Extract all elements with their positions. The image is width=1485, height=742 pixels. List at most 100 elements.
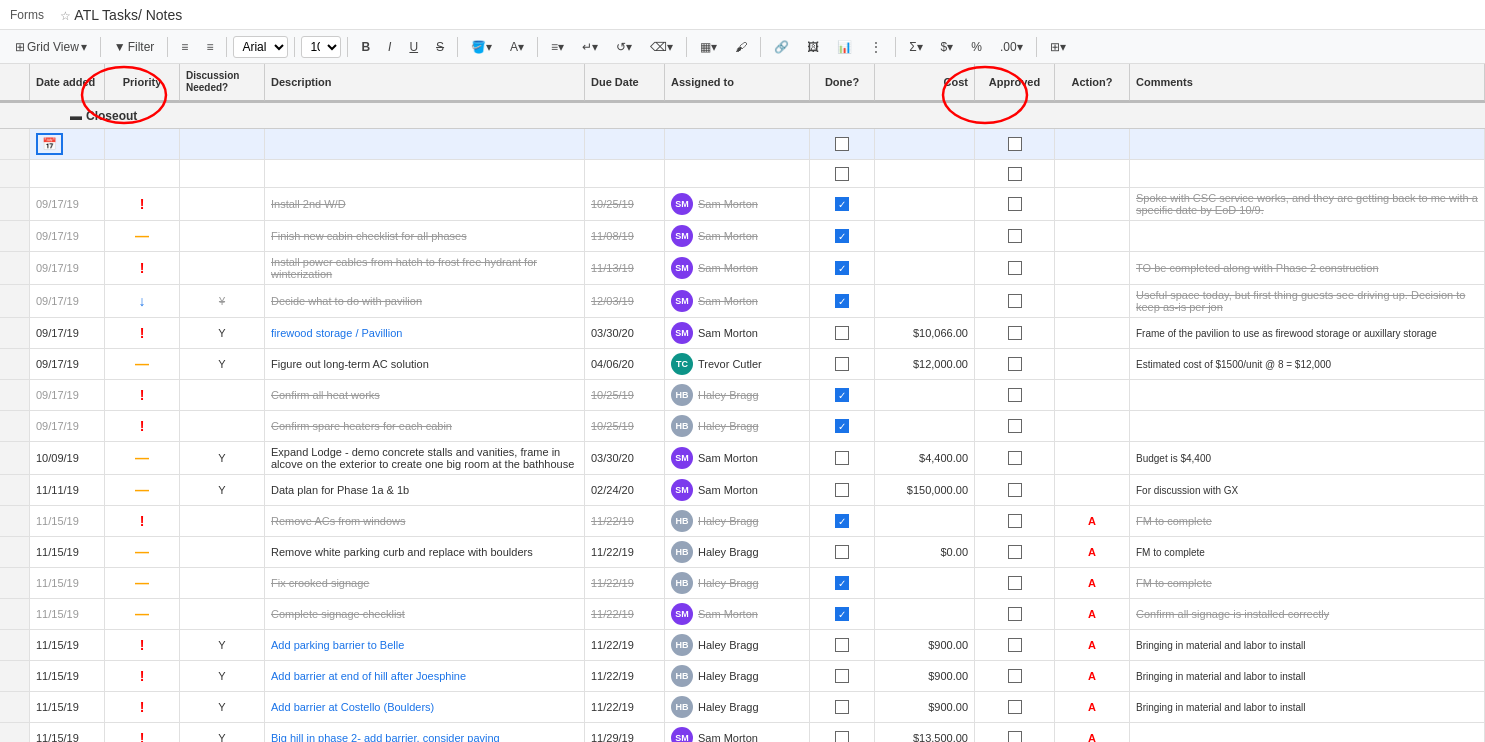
cell-done[interactable]	[810, 380, 875, 410]
cell-date[interactable]: 09/17/19	[30, 380, 105, 410]
cell-discussion[interactable]: Y	[180, 723, 265, 742]
cell-assigned[interactable]	[665, 129, 810, 159]
cell-priority[interactable]: —	[105, 221, 180, 251]
cell-done[interactable]	[810, 723, 875, 742]
approved-checkbox[interactable]	[1008, 137, 1022, 151]
done-checkbox[interactable]	[835, 483, 849, 497]
cell-approved[interactable]	[975, 723, 1055, 742]
cell-discussion[interactable]	[180, 221, 265, 251]
cell-cost[interactable]	[875, 188, 975, 220]
cell-comments[interactable]: FM to complete	[1130, 506, 1485, 536]
approved-checkbox[interactable]	[1008, 197, 1022, 211]
cell-cost[interactable]	[875, 285, 975, 317]
cell-date[interactable]: 11/15/19	[30, 661, 105, 691]
cell-duedate[interactable]: 11/22/19	[585, 568, 665, 598]
cell-done[interactable]	[810, 475, 875, 505]
cell-priority[interactable]: —	[105, 349, 180, 379]
cell-duedate[interactable]: 10/25/19	[585, 188, 665, 220]
cell-priority[interactable]	[105, 129, 180, 159]
cell-cost[interactable]	[875, 252, 975, 284]
done-checkbox[interactable]	[835, 514, 849, 528]
cell-comments[interactable]	[1130, 221, 1485, 251]
bold-button[interactable]: B	[354, 36, 377, 58]
italic-button[interactable]: I	[381, 36, 398, 58]
cell-duedate[interactable]: 10/25/19	[585, 380, 665, 410]
cell-cost[interactable]	[875, 221, 975, 251]
done-checkbox[interactable]	[835, 388, 849, 402]
cell-date[interactable]: 09/17/19	[30, 252, 105, 284]
cell-action[interactable]: A	[1055, 692, 1130, 722]
cell-action[interactable]	[1055, 221, 1130, 251]
cell-discussion[interactable]	[180, 599, 265, 629]
done-checkbox[interactable]	[835, 451, 849, 465]
strikethrough-button[interactable]: S	[429, 36, 451, 58]
link-button[interactable]: 🔗	[767, 36, 796, 58]
approved-checkbox[interactable]	[1008, 167, 1022, 181]
cell-done[interactable]	[810, 349, 875, 379]
cell-comments[interactable]: TO be completed along with Phase 2 const…	[1130, 252, 1485, 284]
cell-priority[interactable]: —	[105, 599, 180, 629]
cell-date[interactable]: 09/17/19	[30, 411, 105, 441]
done-checkbox[interactable]	[835, 167, 849, 181]
cell-date[interactable]: 09/17/19	[30, 188, 105, 220]
cell-approved[interactable]	[975, 318, 1055, 348]
cell-comments[interactable]: Useful space today, but first thing gues…	[1130, 285, 1485, 317]
cell-description[interactable]: Expand Lodge - demo concrete stalls and …	[265, 442, 585, 474]
done-checkbox[interactable]	[835, 731, 849, 742]
approved-checkbox[interactable]	[1008, 294, 1022, 308]
cell-assigned[interactable]: SM Sam Morton	[665, 599, 810, 629]
cell-approved[interactable]	[975, 442, 1055, 474]
cell-description[interactable]: Confirm spare heaters for each cabin	[265, 411, 585, 441]
cell-assigned[interactable]: HB Haley Bragg	[665, 661, 810, 691]
approved-checkbox[interactable]	[1008, 545, 1022, 559]
cell-comments[interactable]: Bringing in material and labor to instal…	[1130, 661, 1485, 691]
cell-description[interactable]: Remove ACs from windows	[265, 506, 585, 536]
cell-cost[interactable]	[875, 568, 975, 598]
done-checkbox[interactable]	[835, 545, 849, 559]
cell-priority[interactable]: —	[105, 475, 180, 505]
cell-comments[interactable]: FM to complete	[1130, 568, 1485, 598]
cell-comments[interactable]: Bringing in material and labor to instal…	[1130, 692, 1485, 722]
cell-cost[interactable]	[875, 380, 975, 410]
cell-priority[interactable]: !	[105, 252, 180, 284]
cell-priority[interactable]	[105, 160, 180, 187]
approved-checkbox[interactable]	[1008, 326, 1022, 340]
cell-description[interactable]: Install 2nd W/D	[265, 188, 585, 220]
cell-assigned[interactable]: SM Sam Morton	[665, 442, 810, 474]
cell-action[interactable]	[1055, 129, 1130, 159]
rotate-button[interactable]: ↺▾	[609, 36, 639, 58]
approved-checkbox[interactable]	[1008, 514, 1022, 528]
cell-discussion[interactable]	[180, 568, 265, 598]
cell-duedate[interactable]: 11/22/19	[585, 537, 665, 567]
cell-comments[interactable]: Budget is $4,400	[1130, 442, 1485, 474]
cell-cost[interactable]: $10,066.00	[875, 318, 975, 348]
cell-action[interactable]: A	[1055, 568, 1130, 598]
cell-cost[interactable]	[875, 411, 975, 441]
cell-cost[interactable]: $4,400.00	[875, 442, 975, 474]
approved-checkbox[interactable]	[1008, 483, 1022, 497]
clear-format-button[interactable]: ⌫▾	[643, 36, 680, 58]
cell-assigned[interactable]: HB Haley Bragg	[665, 630, 810, 660]
done-checkbox[interactable]	[835, 197, 849, 211]
cell-assigned[interactable]: HB Haley Bragg	[665, 380, 810, 410]
cell-assigned[interactable]	[665, 160, 810, 187]
cell-assigned[interactable]: HB Haley Bragg	[665, 537, 810, 567]
cell-action[interactable]	[1055, 285, 1130, 317]
underline-button[interactable]: U	[402, 36, 425, 58]
cell-discussion[interactable]	[180, 188, 265, 220]
done-checkbox[interactable]	[835, 576, 849, 590]
cell-action[interactable]: A	[1055, 661, 1130, 691]
cell-duedate[interactable]: 11/22/19	[585, 630, 665, 660]
cell-duedate[interactable]: 11/22/19	[585, 661, 665, 691]
cell-assigned[interactable]: TC Trevor Cutler	[665, 349, 810, 379]
cell-description[interactable]: Add barrier at end of hill after Joesphi…	[265, 661, 585, 691]
cell-action[interactable]	[1055, 349, 1130, 379]
cell-assigned[interactable]: HB Haley Bragg	[665, 411, 810, 441]
format-more-button[interactable]: ⊞▾	[1043, 36, 1073, 58]
approved-checkbox[interactable]	[1008, 451, 1022, 465]
cell-assigned[interactable]: HB Haley Bragg	[665, 506, 810, 536]
cell-approved[interactable]	[975, 380, 1055, 410]
cell-done[interactable]	[810, 506, 875, 536]
cell-approved[interactable]	[975, 221, 1055, 251]
cell-priority[interactable]: !	[105, 188, 180, 220]
